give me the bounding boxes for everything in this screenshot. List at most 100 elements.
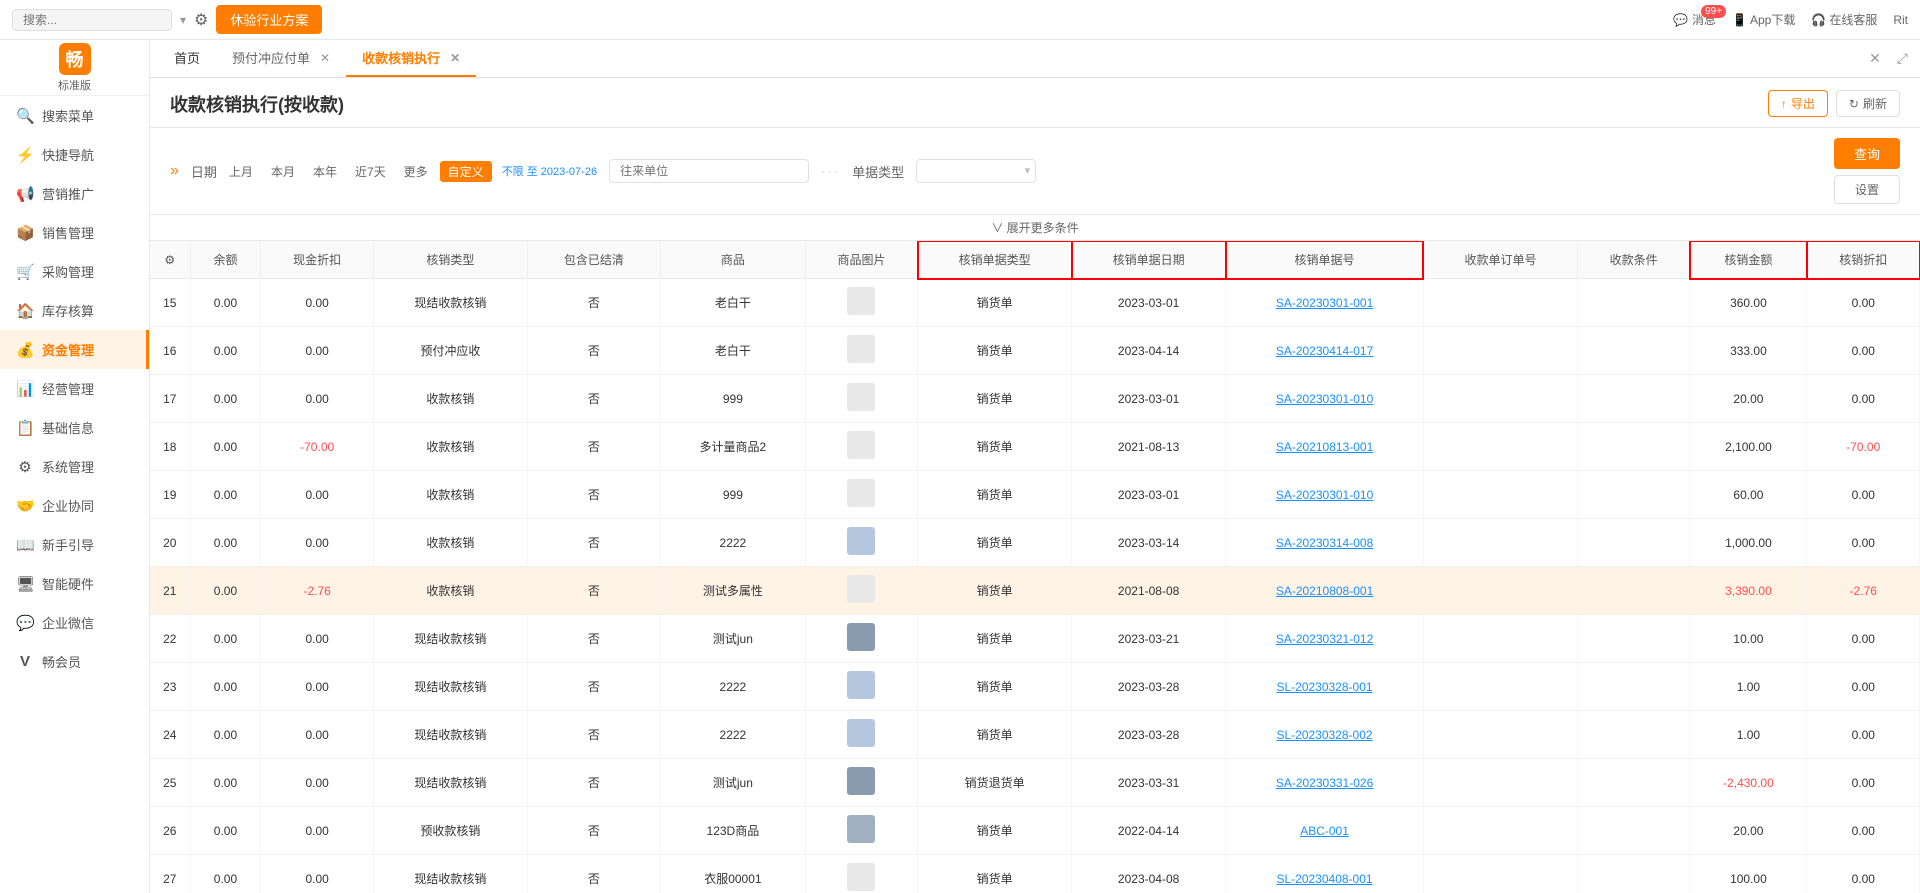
cell-bill-type: 销货单 — [918, 807, 1072, 855]
online-service-link[interactable]: 🎧 在线客服 — [1811, 11, 1877, 28]
filter-this-month[interactable]: 本月 — [265, 161, 301, 182]
cell-condition — [1577, 423, 1689, 471]
filter-last7[interactable]: 近7天 — [349, 161, 392, 182]
sidebar-item-basic[interactable]: 📋 基础信息 — [0, 408, 149, 447]
cell-goods: 999 — [661, 471, 806, 519]
sidebar-item-shortcut[interactable]: ⚡ 快捷导航 — [0, 135, 149, 174]
cell-type: 预收款核销 — [373, 807, 527, 855]
cell-discount: 0.00 — [1807, 807, 1920, 855]
col-settings[interactable]: ⚙ — [150, 241, 190, 279]
product-img — [847, 575, 875, 603]
cell-bill-no[interactable]: SA-20230321-012 — [1226, 615, 1424, 663]
cell-bill-no[interactable]: SA-20230314-008 — [1226, 519, 1424, 567]
sidebar-item-marketing[interactable]: 📢 营销推广 — [0, 174, 149, 213]
sidebar-item-sales[interactable]: 📦 销售管理 — [0, 213, 149, 252]
filter-right-buttons: 查询 设置 — [1834, 138, 1900, 204]
tab-bar-actions: ✕ ⤢ — [1865, 46, 1912, 71]
industry-btn[interactable]: 休验行业方案 — [216, 5, 322, 34]
cell-discount: 0.00 — [1807, 519, 1920, 567]
cell-bill-no[interactable]: SL-20230328-001 — [1226, 663, 1424, 711]
cell-no: 27 — [150, 855, 190, 893]
table-row: 21 0.00 -2.76 收款核销 否 测试多属性 销货单 2021-08-0… — [150, 567, 1920, 615]
cell-bill-no[interactable]: SA-20230301-001 — [1226, 279, 1424, 327]
filter-custom[interactable]: 自定义 — [440, 161, 492, 182]
message-link[interactable]: 💬 消息 99+ — [1673, 11, 1716, 28]
cell-included: 否 — [527, 327, 660, 375]
tab-bar-expand-icon[interactable]: ⤢ — [1893, 46, 1912, 71]
cell-bill-no[interactable]: SA-20230414-017 — [1226, 327, 1424, 375]
cell-order-no — [1423, 519, 1577, 567]
table-container[interactable]: ⚙ 余额 现金折扣 核销类型 包含已结清 商品 商品图片 核销单据类型 核销单据… — [150, 241, 1920, 893]
cell-order-no — [1423, 423, 1577, 471]
cell-bill-type: 销货单 — [918, 471, 1072, 519]
from-unit-input[interactable] — [609, 159, 809, 183]
sidebar-item-guide[interactable]: 📖 新手引导 — [0, 525, 149, 564]
tab-close-receivable[interactable]: ✕ — [450, 51, 460, 65]
cell-included: 否 — [527, 279, 660, 327]
sidebar-item-collab[interactable]: 🤝 企业协同 — [0, 486, 149, 525]
sidebar-item-system[interactable]: ⚙ 系统管理 — [0, 447, 149, 486]
cell-bill-no[interactable]: SA-20230301-010 — [1226, 471, 1424, 519]
cell-bill-no[interactable]: ABC-001 — [1226, 807, 1424, 855]
single-type-select[interactable] — [916, 159, 1036, 183]
cell-type: 现结收款核销 — [373, 663, 527, 711]
sidebar-label-sales: 销售管理 — [42, 223, 94, 242]
cell-goods: 2222 — [661, 519, 806, 567]
filter-this-year[interactable]: 本年 — [307, 161, 343, 182]
sidebar-item-finance[interactable]: 💰 资金管理 — [0, 330, 149, 369]
cell-amount: 20.00 — [1690, 807, 1807, 855]
expand-more-bar[interactable]: ∨ 展开更多条件 — [150, 215, 1920, 241]
cell-condition — [1577, 375, 1689, 423]
filter-more[interactable]: 更多 — [398, 161, 434, 182]
sidebar-label-hardware: 智能硬件 — [42, 574, 94, 593]
cell-bill-no[interactable]: SA-20230331-026 — [1226, 759, 1424, 807]
gear-icon[interactable]: ⚙ — [194, 10, 208, 30]
export-btn[interactable]: ↑ 导出 — [1768, 90, 1828, 117]
cell-goods: 测试jun — [661, 759, 806, 807]
app-download-link[interactable]: 📱 App下载 — [1732, 11, 1795, 28]
sidebar-item-inventory[interactable]: 🏠 库存核算 — [0, 291, 149, 330]
sidebar-item-management[interactable]: 📊 经营管理 — [0, 369, 149, 408]
settings-btn[interactable]: 设置 — [1834, 175, 1900, 204]
cell-bill-no[interactable]: SA-20230301-010 — [1226, 375, 1424, 423]
table-row: 17 0.00 0.00 收款核销 否 999 销货单 2023-03-01 S… — [150, 375, 1920, 423]
user-name: Rit — [1893, 13, 1908, 27]
query-btn[interactable]: 查询 — [1834, 138, 1900, 169]
logo-subtitle: 标准版 — [58, 77, 91, 93]
cell-balance: 0.00 — [190, 279, 261, 327]
search-input[interactable] — [12, 9, 172, 31]
dropdown-icon[interactable]: ▾ — [180, 13, 186, 27]
tab-bar-close-icon[interactable]: ✕ — [1865, 46, 1885, 71]
cell-bill-type: 销货单 — [918, 711, 1072, 759]
cell-goods: 2222 — [661, 711, 806, 759]
refresh-btn[interactable]: ↻ 刷新 — [1836, 90, 1900, 117]
cell-bill-no[interactable]: SL-20230328-002 — [1226, 711, 1424, 759]
sidebar-label-system: 系统管理 — [42, 457, 94, 476]
cell-bill-no[interactable]: SA-20210808-001 — [1226, 567, 1424, 615]
tab-receivable[interactable]: 收款核销执行 ✕ — [346, 40, 476, 77]
sidebar-item-search[interactable]: 🔍 搜索菜单 — [0, 96, 149, 135]
sidebar-label-basic: 基础信息 — [42, 418, 94, 437]
sidebar-item-wechat[interactable]: 💬 企业微信 — [0, 603, 149, 642]
cell-cash-discount: 0.00 — [261, 279, 373, 327]
col-bill-no: 核销单据号 — [1226, 241, 1424, 279]
purchase-icon: 🛒 — [16, 263, 34, 281]
cell-goods: 多计量商品2 — [661, 423, 806, 471]
cell-bill-no[interactable]: SA-20210813-001 — [1226, 423, 1424, 471]
tab-home[interactable]: 首页 — [158, 40, 216, 77]
filter-expand-arrow[interactable]: » — [170, 162, 179, 180]
sidebar-label-inventory: 库存核算 — [42, 301, 94, 320]
sidebar-item-hardware[interactable]: 🖥 智能硬件 — [0, 564, 149, 603]
filter-last-month[interactable]: 上月 — [223, 161, 259, 182]
cell-bill-no[interactable]: SL-20230408-001 — [1226, 855, 1424, 893]
tab-close-prepay[interactable]: ✕ — [320, 51, 330, 65]
cell-balance: 0.00 — [190, 807, 261, 855]
cell-amount: 333.00 — [1690, 327, 1807, 375]
sidebar-item-vip[interactable]: V 畅会员 — [0, 642, 149, 681]
cell-condition — [1577, 615, 1689, 663]
cell-goods-img — [805, 423, 917, 471]
tab-prepay[interactable]: 预付冲应付单 ✕ — [216, 40, 346, 77]
cell-goods-img — [805, 807, 917, 855]
sidebar-item-purchase[interactable]: 🛒 采购管理 — [0, 252, 149, 291]
sidebar-label-finance: 资金管理 — [42, 340, 94, 359]
